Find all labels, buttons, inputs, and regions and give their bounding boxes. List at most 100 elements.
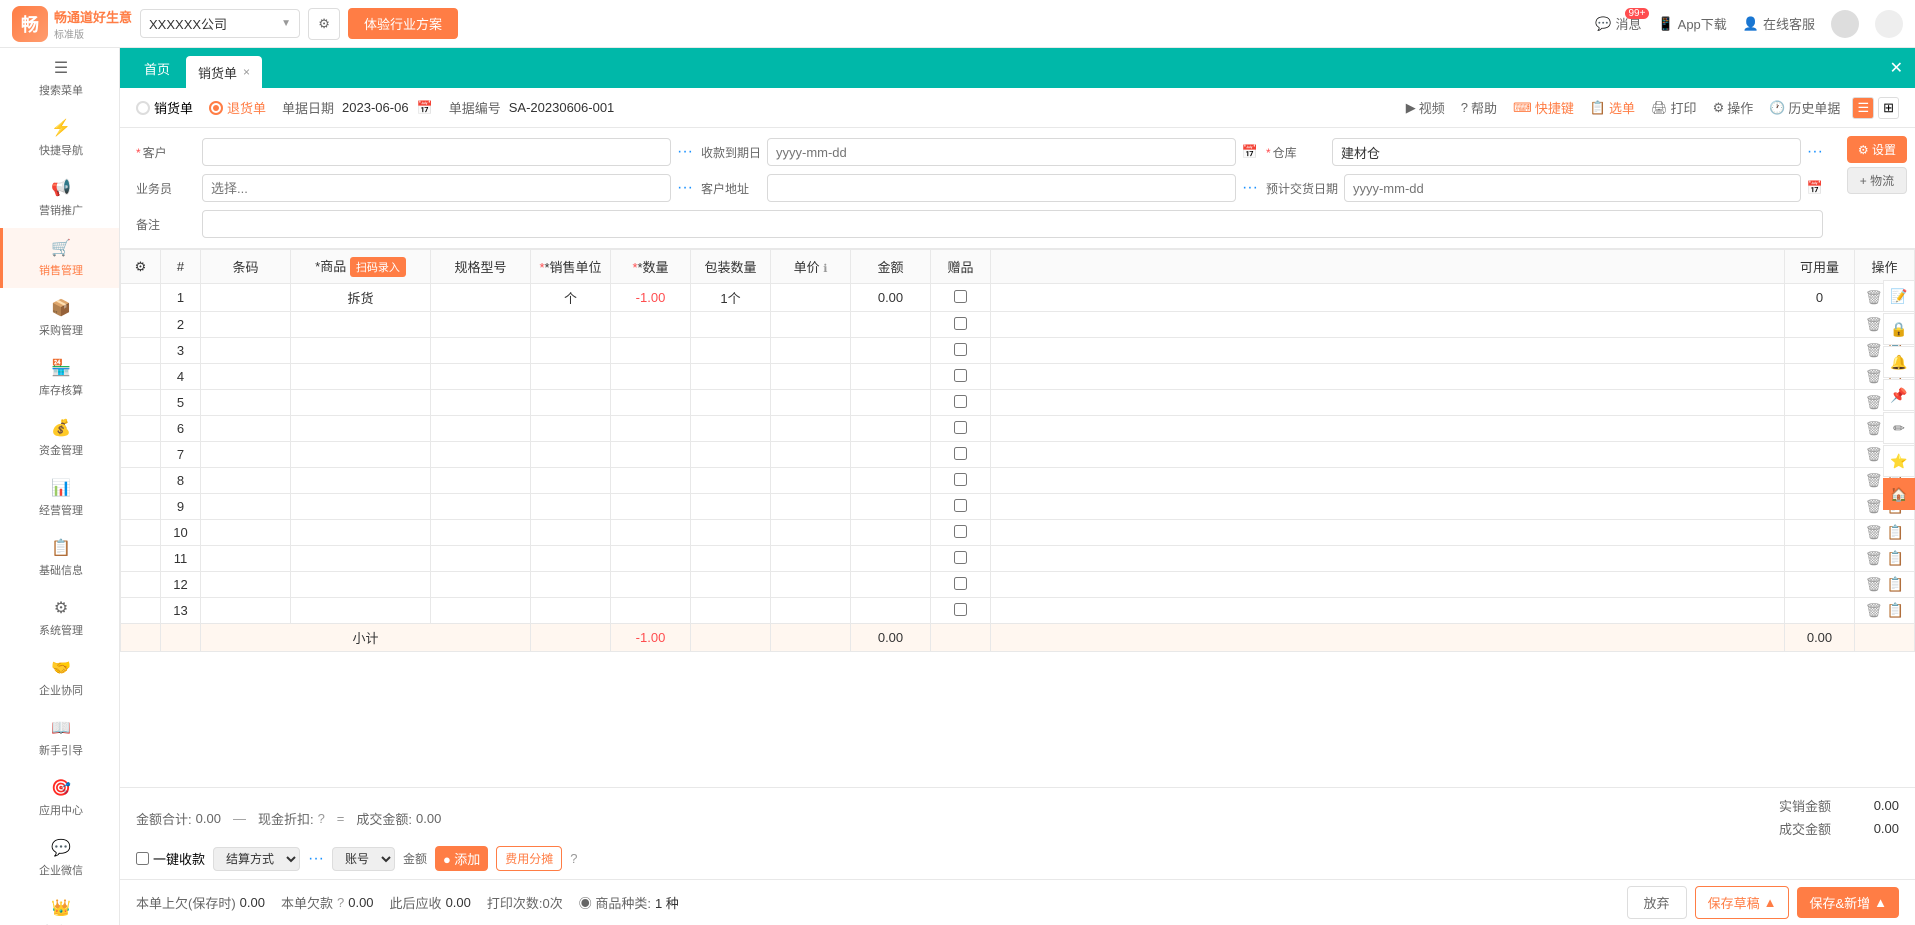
settings-btn[interactable]: ⚙ 设置 xyxy=(1847,136,1907,163)
sidebar-item-search[interactable]: ☰ 搜索菜单 xyxy=(0,48,119,108)
save-draft-button[interactable]: 保存草稿 ▲ xyxy=(1695,886,1790,919)
tab-close-button[interactable]: × xyxy=(243,65,250,79)
gift-checkbox-5[interactable] xyxy=(954,395,967,408)
company-selector[interactable]: XXXXXX公司 ▼ xyxy=(140,9,300,38)
sidebar-item-guide[interactable]: 📖 新手引导 xyxy=(0,708,119,768)
discount-info[interactable]: ? xyxy=(318,811,325,826)
expense-help-icon[interactable]: ? xyxy=(570,851,577,866)
row-unit-1[interactable]: 个 xyxy=(531,284,611,312)
tab-home[interactable]: 首页 xyxy=(128,48,186,88)
row-barcode-1[interactable] xyxy=(201,284,291,312)
calendar-delivery-icon[interactable]: 📅 xyxy=(1807,180,1823,196)
print-btn[interactable]: 🖨 打印 xyxy=(1647,96,1701,119)
delivery-input[interactable] xyxy=(1344,174,1801,202)
row-spec-1[interactable] xyxy=(431,284,531,312)
sidebar-item-marketing[interactable]: 📢 营销推广 xyxy=(0,168,119,228)
total-owed-info[interactable]: ? xyxy=(337,895,344,910)
row-goods-1[interactable]: 拆货 xyxy=(291,284,431,312)
delete-icon-7[interactable]: 🗑 xyxy=(1865,446,1883,463)
sidebar-item-app-center[interactable]: 🎯 应用中心 xyxy=(0,768,119,828)
delete-icon-5[interactable]: 🗑 xyxy=(1865,394,1883,411)
app-download-button[interactable]: 📱 App下载 xyxy=(1657,14,1726,33)
float-icon-6[interactable]: ⭐ xyxy=(1883,445,1915,477)
sidebar-item-member[interactable]: 👑 畅会员 xyxy=(0,888,119,925)
gift-checkbox-11[interactable] xyxy=(954,551,967,564)
gift-checkbox-6[interactable] xyxy=(954,421,967,434)
delete-icon-4[interactable]: 🗑 xyxy=(1865,368,1883,385)
price-info-icon[interactable]: ℹ xyxy=(823,263,827,275)
avatar[interactable] xyxy=(1831,10,1859,38)
copy-icon-13[interactable]: 📋 xyxy=(1887,602,1904,619)
delete-icon-11[interactable]: 🗑 xyxy=(1865,550,1883,567)
due-date-input[interactable] xyxy=(767,138,1236,166)
calendar-due-icon[interactable]: 📅 xyxy=(1242,144,1258,160)
delete-icon-3[interactable]: 🗑 xyxy=(1865,342,1883,359)
sidebar-item-system[interactable]: ⚙ 系统管理 xyxy=(0,588,119,648)
delete-icon-2[interactable]: 🗑 xyxy=(1865,316,1883,333)
float-icon-2[interactable]: 🔒 xyxy=(1883,313,1915,345)
abandon-button[interactable]: 放弃 xyxy=(1627,886,1687,919)
account-select[interactable]: 账号 xyxy=(332,847,395,871)
table-wrap[interactable]: ⚙ # 条码 *商品 扫码录入 规格型号 **销售单位 xyxy=(120,249,1915,787)
online-service-button[interactable]: 👤 在线客服 xyxy=(1743,14,1815,33)
sidebar-item-quick-nav[interactable]: ⚡ 快捷导航 xyxy=(0,108,119,168)
message-button[interactable]: 💬 消息 99+ xyxy=(1595,14,1641,33)
settlement-dots-btn[interactable]: ··· xyxy=(308,850,324,868)
th-settings[interactable]: ⚙ xyxy=(121,250,161,284)
sidebar-item-management[interactable]: 📊 经营管理 xyxy=(0,468,119,528)
copy-icon-11[interactable]: 📋 xyxy=(1887,550,1904,567)
trial-button[interactable]: 体验行业方案 xyxy=(348,8,458,39)
gift-checkbox-9[interactable] xyxy=(954,499,967,512)
gift-checkbox-12[interactable] xyxy=(954,577,967,590)
view-grid-icon[interactable]: ⊞ xyxy=(1878,97,1899,119)
sidebar-item-basic-info[interactable]: 📋 基础信息 xyxy=(0,528,119,588)
gift-checkbox-10[interactable] xyxy=(954,525,967,538)
expense-split-button[interactable]: 费用分摊 xyxy=(496,846,562,871)
gift-checkbox-7[interactable] xyxy=(954,447,967,460)
delete-icon-12[interactable]: 🗑 xyxy=(1865,576,1883,593)
copy-icon-12[interactable]: 📋 xyxy=(1887,576,1904,593)
address-input[interactable] xyxy=(767,174,1236,202)
gift-checkbox-1[interactable] xyxy=(954,290,967,303)
add-payment-button[interactable]: ● 添加 xyxy=(435,846,488,871)
float-icon-4[interactable]: 📌 xyxy=(1883,379,1915,411)
row-gift-1[interactable] xyxy=(931,284,991,312)
scan-button[interactable]: 扫码录入 xyxy=(350,257,406,277)
sidebar-item-finance[interactable]: 💰 资金管理 xyxy=(0,408,119,468)
delete-icon-13[interactable]: 🗑 xyxy=(1865,602,1883,619)
radio-return-order[interactable]: 退货单 xyxy=(209,98,266,117)
float-icon-7[interactable]: 🏠 xyxy=(1883,478,1915,510)
select-btn[interactable]: 📋 选单 xyxy=(1586,96,1639,119)
operate-btn[interactable]: ⚙ 操作 xyxy=(1709,96,1758,119)
logistics-btn[interactable]: + 物流 xyxy=(1847,167,1907,194)
sidebar-item-enterprise[interactable]: 🤝 企业协同 xyxy=(0,648,119,708)
gift-checkbox-8[interactable] xyxy=(954,473,967,486)
row-amount-1[interactable]: 0.00 xyxy=(851,284,931,312)
row-qty-1[interactable]: -1.00 xyxy=(611,284,691,312)
one-click-payment-checkbox[interactable]: 一键收款 xyxy=(136,849,205,868)
video-btn[interactable]: ▶ 视频 xyxy=(1402,96,1449,119)
settlement-method-select[interactable]: 结算方式 xyxy=(213,847,300,871)
float-icon-3[interactable]: 🔔 xyxy=(1883,346,1915,378)
gift-checkbox-2[interactable] xyxy=(954,317,967,330)
gift-checkbox-13[interactable] xyxy=(954,603,967,616)
row-pack-1[interactable]: 1个 xyxy=(691,284,771,312)
copy-icon-10[interactable]: 📋 xyxy=(1887,524,1904,541)
sidebar-item-wechat[interactable]: 💬 企业微信 xyxy=(0,828,119,888)
delete-icon-1[interactable]: 🗑 xyxy=(1865,289,1883,306)
row-price-1[interactable] xyxy=(771,284,851,312)
customer-dots-btn[interactable]: ··· xyxy=(677,143,693,161)
float-icon-1[interactable]: 📝 xyxy=(1883,280,1915,312)
one-click-checkbox[interactable] xyxy=(136,852,149,865)
delete-icon-9[interactable]: 🗑 xyxy=(1865,498,1883,515)
sidebar-item-sales[interactable]: 🛒 销售管理 xyxy=(0,228,119,288)
sidebar-item-inventory[interactable]: 🏪 库存核算 xyxy=(0,348,119,408)
sidebar-item-purchase[interactable]: 📦 采购管理 xyxy=(0,288,119,348)
warehouse-input[interactable] xyxy=(1332,138,1801,166)
save-new-button[interactable]: 保存&新增 ▲ xyxy=(1797,887,1899,918)
calendar-icon[interactable]: 📅 xyxy=(417,100,433,116)
window-close-button[interactable]: ✕ xyxy=(1886,56,1907,81)
settings-button[interactable]: ⚙ xyxy=(308,8,340,40)
remark-input[interactable] xyxy=(202,210,1823,238)
view-list-icon[interactable]: ☰ xyxy=(1852,97,1874,119)
